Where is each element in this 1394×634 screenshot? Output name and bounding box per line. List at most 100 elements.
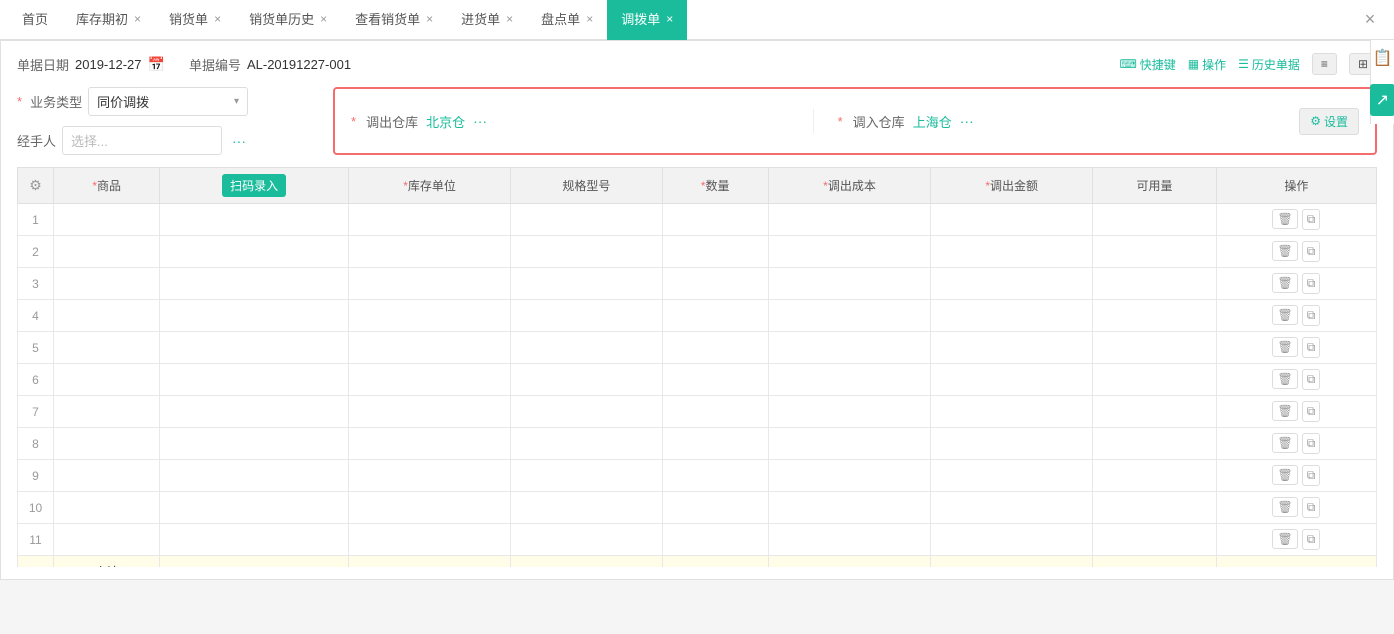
cell-amount[interactable]	[931, 364, 1093, 396]
cell-cost[interactable]	[768, 268, 930, 300]
delete-row-button[interactable]: 🗑	[1272, 529, 1297, 549]
cell-spec[interactable]	[511, 364, 662, 396]
delete-row-button[interactable]: 🗑	[1272, 369, 1297, 389]
history-link[interactable]: ☰ 历史单据	[1238, 56, 1300, 73]
cell-goods[interactable]	[54, 492, 160, 524]
operation-link[interactable]: ▦ 操作	[1188, 56, 1226, 73]
cell-available[interactable]	[1093, 236, 1216, 268]
tab-inventory-check[interactable]: 盘点单 ×	[527, 0, 607, 40]
cell-goods[interactable]	[54, 300, 160, 332]
copy-row-button[interactable]: ⧉	[1302, 337, 1321, 358]
layout-btn1[interactable]: ≡	[1312, 53, 1337, 75]
window-close-button[interactable]: ×	[1354, 4, 1386, 36]
cell-unit[interactable]	[348, 524, 510, 556]
delete-row-button[interactable]: 🗑	[1272, 401, 1297, 421]
cell-cost[interactable]	[768, 364, 930, 396]
cell-spec[interactable]	[511, 204, 662, 236]
cell-amount[interactable]	[931, 204, 1093, 236]
tab-close-sales-order[interactable]: ×	[214, 12, 221, 26]
cell-goods[interactable]	[54, 396, 160, 428]
cell-scan[interactable]	[160, 460, 349, 492]
cell-scan[interactable]	[160, 364, 349, 396]
cell-goods[interactable]	[54, 236, 160, 268]
copy-row-button[interactable]: ⧉	[1302, 465, 1321, 486]
cell-scan[interactable]	[160, 428, 349, 460]
cell-goods[interactable]	[54, 364, 160, 396]
cell-available[interactable]	[1093, 332, 1216, 364]
cell-unit[interactable]	[348, 332, 510, 364]
tab-sales-history[interactable]: 销货单历史 ×	[235, 0, 341, 40]
tab-close-purchase-order[interactable]: ×	[506, 12, 513, 26]
col-gear[interactable]: ⚙	[18, 168, 54, 204]
cell-scan[interactable]	[160, 236, 349, 268]
cell-available[interactable]	[1093, 524, 1216, 556]
cell-spec[interactable]	[511, 524, 662, 556]
tab-close-inventory-init[interactable]: ×	[134, 12, 141, 26]
tab-close-view-sales[interactable]: ×	[426, 12, 433, 26]
delete-row-button[interactable]: 🗑	[1272, 273, 1297, 293]
cell-unit[interactable]	[348, 492, 510, 524]
cell-spec[interactable]	[511, 492, 662, 524]
tab-transfer-order[interactable]: 调拨单 ×	[607, 0, 687, 40]
tab-close-transfer-order[interactable]: ×	[666, 12, 673, 26]
cell-amount[interactable]	[931, 268, 1093, 300]
cell-scan[interactable]	[160, 268, 349, 300]
delete-row-button[interactable]: 🗑	[1272, 305, 1297, 325]
business-type-select[interactable]: 同价调拨 ▾	[88, 87, 248, 116]
delete-row-button[interactable]: 🗑	[1272, 337, 1297, 357]
cell-qty[interactable]	[662, 268, 768, 300]
cell-cost[interactable]	[768, 300, 930, 332]
tab-home[interactable]: 首页	[8, 0, 62, 40]
cell-qty[interactable]	[662, 492, 768, 524]
out-warehouse-more-icon[interactable]: ···	[473, 113, 487, 129]
cell-available[interactable]	[1093, 460, 1216, 492]
handler-select[interactable]: 选择...	[62, 126, 222, 155]
shortcut-link[interactable]: ⌨ 快捷键	[1119, 56, 1175, 73]
copy-row-button[interactable]: ⧉	[1302, 241, 1321, 262]
cell-amount[interactable]	[931, 460, 1093, 492]
cell-goods[interactable]	[54, 524, 160, 556]
cell-cost[interactable]	[768, 236, 930, 268]
cell-available[interactable]	[1093, 396, 1216, 428]
tab-purchase-order[interactable]: 进货单 ×	[447, 0, 527, 40]
cell-goods[interactable]	[54, 332, 160, 364]
cell-qty[interactable]	[662, 332, 768, 364]
cell-amount[interactable]	[931, 524, 1093, 556]
cell-spec[interactable]	[511, 268, 662, 300]
cell-goods[interactable]	[54, 428, 160, 460]
cell-unit[interactable]	[348, 396, 510, 428]
cell-scan[interactable]	[160, 396, 349, 428]
tab-close-sales-history[interactable]: ×	[320, 12, 327, 26]
cell-goods[interactable]	[54, 268, 160, 300]
delete-row-button[interactable]: 🗑	[1272, 241, 1297, 261]
cell-amount[interactable]	[931, 492, 1093, 524]
cell-goods[interactable]	[54, 204, 160, 236]
cell-unit[interactable]	[348, 460, 510, 492]
copy-row-button[interactable]: ⧉	[1302, 305, 1321, 326]
cell-qty[interactable]	[662, 204, 768, 236]
cell-unit[interactable]	[348, 236, 510, 268]
cell-qty[interactable]	[662, 524, 768, 556]
cell-qty[interactable]	[662, 428, 768, 460]
in-warehouse-more-icon[interactable]: ···	[960, 113, 974, 129]
cell-cost[interactable]	[768, 524, 930, 556]
cell-spec[interactable]	[511, 460, 662, 492]
cell-spec[interactable]	[511, 396, 662, 428]
cell-scan[interactable]	[160, 300, 349, 332]
cell-spec[interactable]	[511, 428, 662, 460]
cell-amount[interactable]	[931, 428, 1093, 460]
tab-sales-order[interactable]: 销货单 ×	[155, 0, 235, 40]
cell-unit[interactable]	[348, 428, 510, 460]
note-icon[interactable]: 📋	[1373, 48, 1393, 68]
cell-cost[interactable]	[768, 396, 930, 428]
in-warehouse-value[interactable]: 上海仓	[913, 112, 952, 131]
cell-available[interactable]	[1093, 204, 1216, 236]
column-settings-icon[interactable]: ⚙	[29, 177, 42, 193]
delete-row-button[interactable]: 🗑	[1272, 465, 1297, 485]
delete-row-button[interactable]: 🗑	[1272, 209, 1297, 229]
copy-row-button[interactable]: ⧉	[1302, 273, 1321, 294]
cell-amount[interactable]	[931, 300, 1093, 332]
delete-row-button[interactable]: 🗑	[1272, 497, 1297, 517]
cell-scan[interactable]	[160, 492, 349, 524]
delete-row-button[interactable]: 🗑	[1272, 433, 1297, 453]
